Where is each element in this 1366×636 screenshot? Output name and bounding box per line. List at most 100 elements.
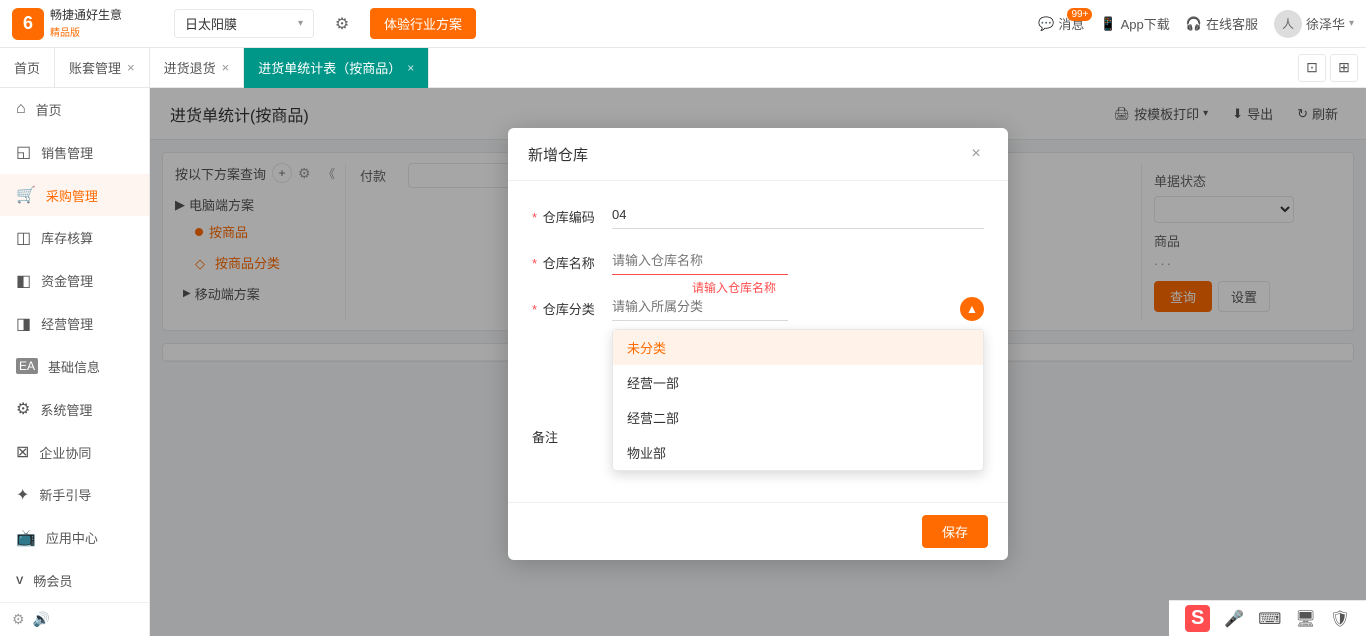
- tab-home-label: 首页: [14, 58, 40, 77]
- category-label-text: 仓库分类: [543, 302, 595, 317]
- user-menu[interactable]: 人 徐泽华 ▾: [1274, 10, 1354, 38]
- guide-icon: ✦: [16, 485, 29, 505]
- logo-area: 6 畅捷通好生意 精品版: [12, 8, 162, 40]
- category-option-ops1[interactable]: 经营一部: [613, 365, 983, 400]
- tab-purchase-return-label: 进货退货: [164, 58, 216, 77]
- avatar: 人: [1274, 10, 1302, 38]
- online-service-button[interactable]: 🎧 在线客服: [1186, 14, 1258, 33]
- store-selector[interactable]: 日太阳膜 ▾: [174, 9, 314, 38]
- sidebar: ⌂ 首页 ◱ 销售管理 🛒 采购管理 ◫ 库存核算 ◧ 资金管理 ◨ 经营管理 …: [0, 88, 150, 636]
- user-arrow-icon: ▾: [1349, 18, 1354, 29]
- code-label-text: 仓库编码: [543, 210, 595, 225]
- operations-icon: ◨: [16, 314, 31, 334]
- vip-icon: V: [16, 575, 23, 587]
- tab-window-restore-icon[interactable]: ⊡: [1298, 54, 1326, 82]
- category-dropdown-toggle[interactable]: ▲: [960, 297, 984, 321]
- tab-purchase-stats-label: 进货单统计表（按商品）: [258, 58, 401, 77]
- shield-icon[interactable]: 🛡: [1330, 609, 1350, 629]
- save-button[interactable]: 保存: [922, 515, 988, 548]
- message-badge: 99+: [1067, 8, 1092, 21]
- sidebar-item-sales[interactable]: ◱ 销售管理: [0, 131, 149, 174]
- sidebar-volume-icon[interactable]: 🔊: [33, 611, 50, 628]
- tab-bar-actions: ⊡ ⊞: [1298, 54, 1366, 82]
- content-area: 进货单统计(按商品) 🖨 按模板打印 ▾ ⬇ 导出 ↻ 刷新: [150, 88, 1366, 636]
- sidebar-item-guide[interactable]: ✦ 新手引导: [0, 473, 149, 516]
- category-input[interactable]: [612, 293, 788, 321]
- name-label-text: 仓库名称: [543, 256, 595, 271]
- finance-icon: ◧: [16, 271, 31, 291]
- sidebar-item-basic-info[interactable]: EA 基础信息: [0, 345, 149, 388]
- name-required-star: *: [532, 256, 537, 271]
- sidebar-item-vip-label: 畅会员: [33, 571, 72, 590]
- sidebar-item-enterprise-label: 企业协同: [39, 443, 91, 462]
- tab-purchase-stats-close-icon[interactable]: ×: [407, 61, 414, 75]
- required-star: *: [532, 210, 537, 225]
- sidebar-item-purchase-label: 采购管理: [46, 186, 98, 205]
- message-button[interactable]: 💬 消息 99+: [1038, 14, 1084, 33]
- modal-close-button[interactable]: ×: [964, 142, 988, 166]
- sidebar-item-system[interactable]: ⚙ 系统管理: [0, 388, 149, 431]
- sidebar-item-enterprise[interactable]: ⊠ 企业协同: [0, 431, 149, 474]
- note-label: 备注: [532, 421, 612, 446]
- form-row-code: * 仓库编码: [532, 201, 984, 229]
- sidebar-item-inventory-label: 库存核算: [41, 228, 93, 247]
- sidebar-item-basic-info-label: 基础信息: [48, 357, 100, 376]
- category-option-uncategorized[interactable]: 未分类: [613, 330, 983, 365]
- top-header: 6 畅捷通好生意 精品版 日太阳膜 ▾ ⚙ 体验行业方案 💬 消息 99+ 📱 …: [0, 0, 1366, 48]
- category-option-property[interactable]: 物业部: [613, 435, 983, 470]
- mic-icon[interactable]: 🎤: [1224, 609, 1244, 629]
- selector-arrow-icon: ▾: [298, 18, 303, 29]
- app-download-button[interactable]: 📱 App下载: [1100, 14, 1169, 33]
- trial-button[interactable]: 体验行业方案: [370, 8, 476, 39]
- sidebar-item-finance[interactable]: ◧ 资金管理: [0, 259, 149, 302]
- name-label: * 仓库名称: [532, 247, 612, 272]
- app-download-label: App下载: [1121, 14, 1170, 33]
- sidebar-item-home-label: 首页: [36, 100, 62, 119]
- tab-bar: 首页 账套管理 × 进货退货 × 进货单统计表（按商品） × ⊡ ⊞: [0, 48, 1366, 88]
- settings-gear-icon[interactable]: ⚙: [326, 8, 358, 40]
- global-status-bar: S 🎤 ⌨ 🖥 🛡: [1169, 600, 1366, 636]
- brand-edition: 精品版: [50, 24, 122, 39]
- modal-overlay: 新增仓库 × * 仓库编码: [150, 88, 1366, 636]
- sidebar-item-home[interactable]: ⌂ 首页: [0, 88, 149, 131]
- basic-info-icon: EA: [16, 358, 38, 374]
- form-row-category: * 仓库分类 ▲ 未分类 经营一部 经营二部 物业部: [532, 293, 984, 321]
- monitor-icon[interactable]: 🖥: [1295, 609, 1315, 629]
- sidebar-item-app-center-label: 应用中心: [46, 528, 98, 547]
- phone-icon: 📱: [1100, 16, 1116, 32]
- online-service-label: 在线客服: [1206, 14, 1258, 33]
- tab-account-label: 账套管理: [69, 58, 121, 77]
- sidebar-item-vip[interactable]: V 畅会员: [0, 559, 149, 602]
- purchase-icon: 🛒: [16, 185, 36, 205]
- modal-body: * 仓库编码 * 仓库名称 请输入仓库名称: [508, 181, 1008, 502]
- tab-window-expand-icon[interactable]: ⊞: [1330, 54, 1358, 82]
- code-input[interactable]: [612, 201, 984, 229]
- tab-purchase-return[interactable]: 进货退货 ×: [150, 48, 245, 88]
- sidebar-item-app-center[interactable]: 📺 应用中心: [0, 516, 149, 559]
- sidebar-item-operations[interactable]: ◨ 经营管理: [0, 302, 149, 345]
- sidebar-settings-icon[interactable]: ⚙: [12, 611, 25, 628]
- name-input[interactable]: [612, 247, 788, 275]
- user-name: 徐泽华: [1306, 14, 1345, 33]
- sidebar-item-finance-label: 资金管理: [41, 271, 93, 290]
- store-name: 日太阳膜: [185, 14, 290, 33]
- sidebar-bottom: ⚙ 🔊: [0, 602, 149, 636]
- sidebar-item-guide-label: 新手引导: [39, 485, 91, 504]
- home-icon: ⌂: [16, 100, 26, 118]
- sidebar-item-purchase[interactable]: 🛒 采购管理: [0, 174, 149, 217]
- name-input-wrapper: 请输入仓库名称: [612, 247, 984, 275]
- keyboard-icon[interactable]: ⌨: [1258, 609, 1281, 629]
- app-center-icon: 📺: [16, 528, 36, 548]
- tab-account[interactable]: 账套管理 ×: [55, 48, 150, 88]
- tab-purchase-return-close-icon[interactable]: ×: [222, 60, 230, 75]
- headset-icon: 🎧: [1186, 16, 1202, 32]
- category-required-star: *: [532, 302, 537, 317]
- category-option-ops2[interactable]: 经营二部: [613, 400, 983, 435]
- tab-home[interactable]: 首页: [0, 48, 55, 88]
- sidebar-item-inventory[interactable]: ◫ 库存核算: [0, 216, 149, 259]
- form-row-name: * 仓库名称 请输入仓库名称: [532, 247, 984, 275]
- tab-purchase-stats[interactable]: 进货单统计表（按商品） ×: [244, 48, 429, 88]
- header-right: 💬 消息 99+ 📱 App下载 🎧 在线客服 人 徐泽华 ▾: [1038, 10, 1354, 38]
- sales-icon: ◱: [16, 142, 31, 162]
- tab-account-close-icon[interactable]: ×: [127, 60, 135, 75]
